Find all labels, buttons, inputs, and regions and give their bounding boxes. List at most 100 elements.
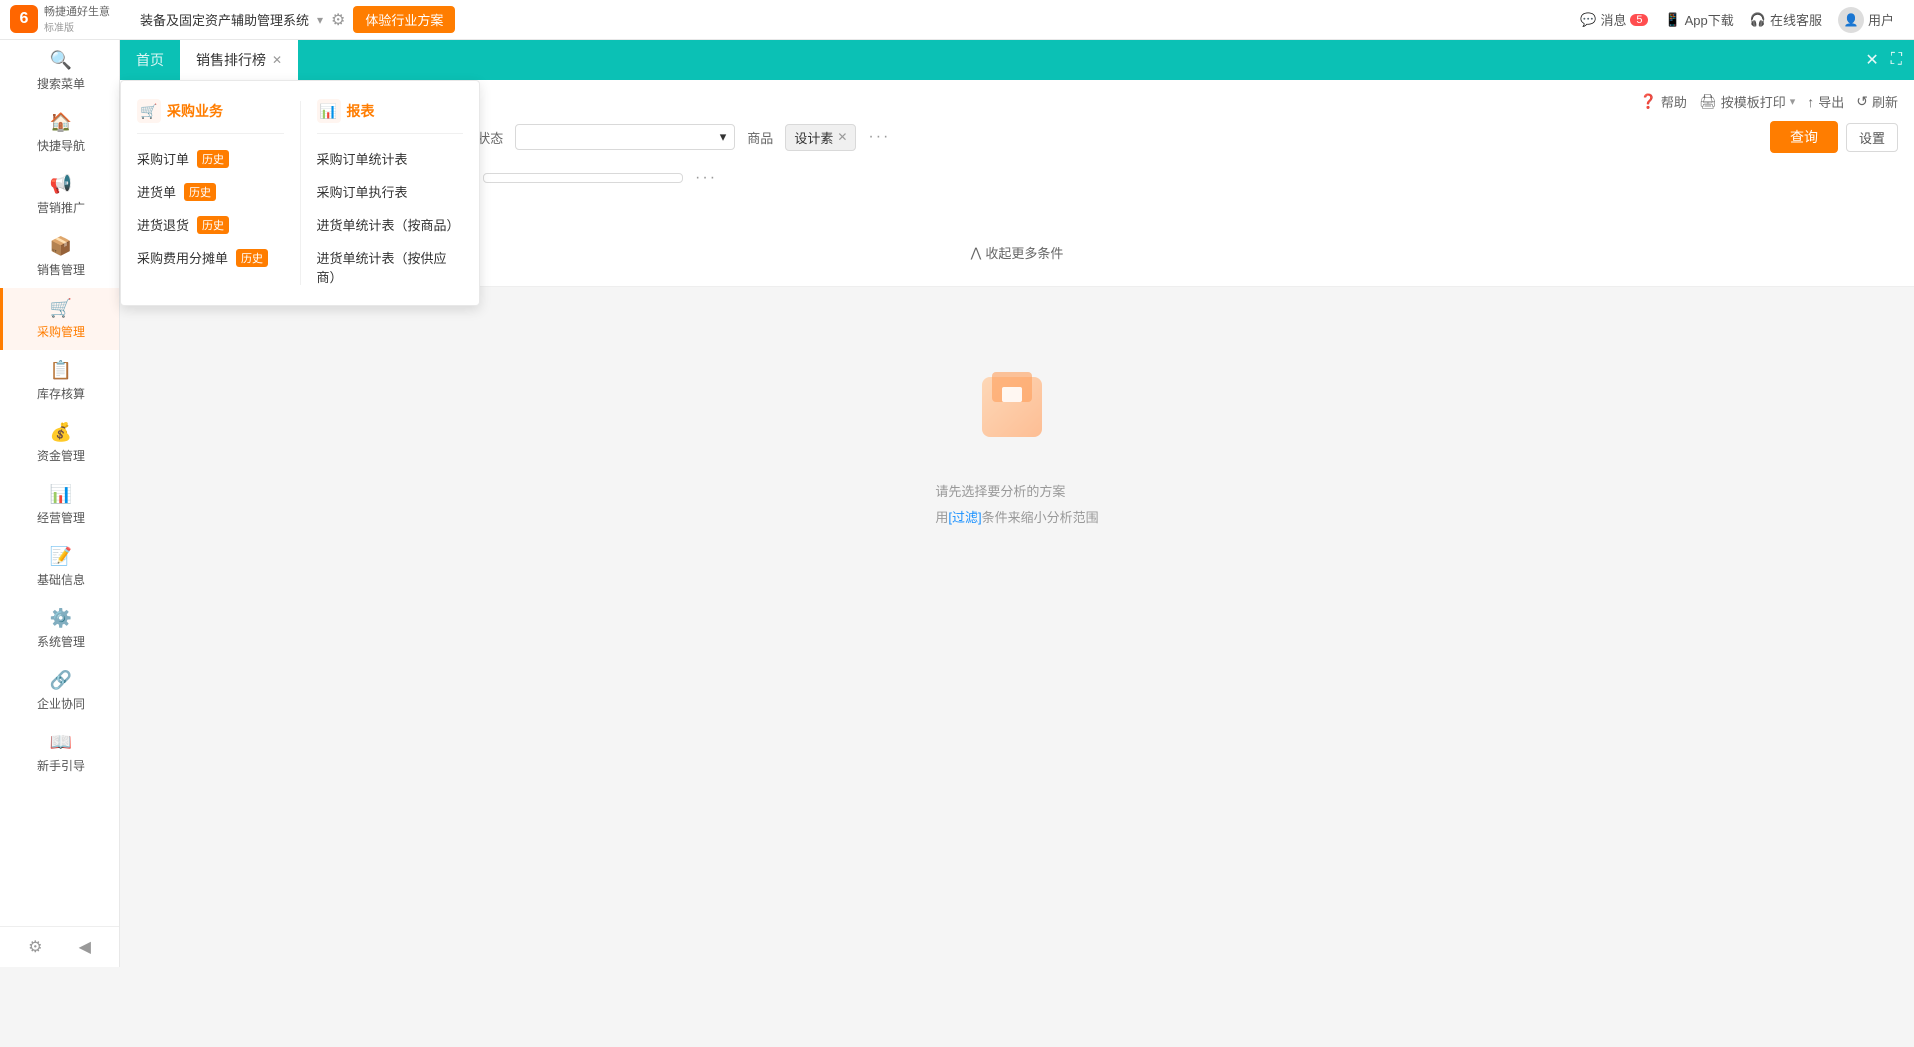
phone-icon: 📱 xyxy=(1664,12,1680,28)
tab-sales-rank-label: 销售排行榜 xyxy=(196,50,266,70)
collapse-sidebar-icon[interactable]: ◀ xyxy=(79,937,91,957)
goods-in-stat-supplier-label: 进货单统计表（按供应商） xyxy=(317,248,464,286)
query-button[interactable]: 查询 xyxy=(1770,121,1838,153)
message-btn[interactable]: 💬 消息 5 xyxy=(1580,10,1648,29)
tab-home[interactable]: 首页 xyxy=(120,40,180,80)
purchase-order-stat-label: 采购订单统计表 xyxy=(317,149,408,168)
report-col: 📊 报表 采购订单统计表 采购订单执行表 进货单统计表（按商品） 进货单统计表（… xyxy=(301,93,480,293)
collapse-up-icon: ⋀ xyxy=(971,245,982,261)
dropdown-item-purchase-expense[interactable]: 采购费用分摊单 历史 xyxy=(137,241,284,274)
tab-home-label: 首页 xyxy=(136,50,164,70)
goods-return-label: 进货退货 xyxy=(137,215,189,234)
tab-close-icon[interactable]: ✕ xyxy=(272,53,282,67)
sidebar-label-inventory: 库存核算 xyxy=(37,385,85,402)
sidebar-label-enterprise: 企业协同 xyxy=(37,695,85,712)
sidebar-item-marketing[interactable]: 📢 营销推广 xyxy=(0,164,119,226)
sidebar-item-guide[interactable]: 📖 新手引导 xyxy=(0,722,119,784)
dropdown-item-goods-in-stat-goods[interactable]: 进货单统计表（按商品） xyxy=(317,208,464,241)
purchase-order-label: 采购订单 xyxy=(137,149,189,168)
headset-icon: 🎧 xyxy=(1750,12,1766,28)
help-icon: ❓ xyxy=(1639,93,1656,110)
sidebar-item-finance[interactable]: 💰 资金管理 xyxy=(0,412,119,474)
app-download-btn[interactable]: 📱 App下载 xyxy=(1664,10,1733,29)
print-label: 按模板打印 xyxy=(1721,92,1786,111)
sidebar-item-sales[interactable]: 📦 销售管理 xyxy=(0,226,119,288)
dropdown-item-goods-return[interactable]: 进货退货 历史 xyxy=(137,208,284,241)
purchase-title-text: 采购业务 xyxy=(167,101,223,121)
sidebar-item-search[interactable]: 🔍 搜索菜单 xyxy=(0,40,119,102)
export-btn[interactable]: ↑ 导出 xyxy=(1807,92,1844,111)
sidebar-item-inventory[interactable]: 📋 库存核算 xyxy=(0,350,119,412)
logo-icon: 6 xyxy=(10,5,38,33)
sidebar-item-system[interactable]: ⚙️ 系统管理 xyxy=(0,598,119,660)
avatar: 👤 xyxy=(1838,7,1864,33)
dropdown-item-purchase-order-stat[interactable]: 采购订单统计表 xyxy=(317,142,464,175)
salesperson-select[interactable] xyxy=(483,173,683,183)
sidebar-label-guide: 新手引导 xyxy=(37,757,85,774)
sidebar-label-marketing: 营销推广 xyxy=(37,199,85,216)
sidebar-item-purchase[interactable]: 🛒 采购管理 xyxy=(0,288,119,350)
report-col-title: 📊 报表 xyxy=(317,93,464,134)
logo-text-area: 畅捷通好生意 标准版 xyxy=(44,5,110,34)
finance-icon: 💰 xyxy=(50,422,72,443)
sidebar-item-nav[interactable]: 🏠 快捷导航 xyxy=(0,102,119,164)
refresh-btn[interactable]: ↺ 刷新 xyxy=(1856,92,1898,111)
sidebar-label-sales: 销售管理 xyxy=(37,261,85,278)
tab-expand-action[interactable]: ⛶ xyxy=(1887,47,1906,73)
print-dropdown-arrow[interactable]: ▾ xyxy=(1790,95,1796,108)
purchase-expense-history: 历史 xyxy=(236,249,268,267)
settings-icon[interactable]: ⚙ xyxy=(331,10,345,30)
purchase-expense-label: 采购费用分摊单 xyxy=(137,248,228,267)
voucher-status-select[interactable]: ▾ xyxy=(515,124,735,150)
sidebar-item-basic[interactable]: 📝 基础信息 xyxy=(0,536,119,598)
goods-label: 商品 xyxy=(747,128,773,147)
dropdown-item-goods-in-stat-supplier[interactable]: 进货单统计表（按供应商） xyxy=(317,241,464,293)
setting-button[interactable]: 设置 xyxy=(1846,123,1898,152)
enterprise-icon: 🔗 xyxy=(50,670,72,691)
print-btn[interactable]: 🖨 按模板打印 ▾ xyxy=(1699,92,1795,111)
empty-state: 请先选择要分析的方案 用[过滤]条件来缩小分析范围 xyxy=(120,287,1914,611)
sidebar-item-operation[interactable]: 📊 经营管理 xyxy=(0,474,119,536)
sidebar-item-enterprise[interactable]: 🔗 企业协同 xyxy=(0,660,119,722)
dropdown-item-goods-in[interactable]: 进货单 历史 xyxy=(137,175,284,208)
collapse-btn[interactable]: ⋀ 收起更多条件 xyxy=(971,235,1064,270)
goods-tag-value: 设计素 xyxy=(794,128,833,147)
goods-in-label: 进货单 xyxy=(137,182,176,201)
tab-close-action[interactable]: ✕ xyxy=(1861,46,1882,74)
purchase-dropdown-menu: 🛒 采购业务 采购订单 历史 进货单 历史 进货退货 历史 采购费用分摊单 历史 xyxy=(120,80,480,306)
export-icon: ↑ xyxy=(1807,94,1814,110)
system-area: 装备及固定资产辅助管理系统 ▾ ⚙ 体验行业方案 xyxy=(140,6,1580,33)
help-btn[interactable]: ❓ 帮助 xyxy=(1639,92,1686,111)
help-label: 帮助 xyxy=(1661,92,1687,111)
guide-icon: 📖 xyxy=(50,732,72,753)
sidebar-label-finance: 资金管理 xyxy=(37,447,85,464)
user-btn[interactable]: 👤 用户 xyxy=(1838,7,1894,33)
online-service-btn[interactable]: 🎧 在线客服 xyxy=(1750,10,1822,29)
message-badge: 5 xyxy=(1630,14,1648,26)
dropdown-item-purchase-order-exec[interactable]: 采购订单执行表 xyxy=(317,175,464,208)
empty-icon xyxy=(967,367,1067,467)
inventory-icon: 📋 xyxy=(50,360,72,381)
industry-button[interactable]: 体验行业方案 xyxy=(353,6,455,33)
sales-icon: 📦 xyxy=(50,236,72,257)
goods-more-btn[interactable]: ··· xyxy=(868,128,890,146)
voucher-status-arrow: ▾ xyxy=(720,129,727,145)
goods-in-history: 历史 xyxy=(184,183,216,201)
goods-tag-close[interactable]: ✕ xyxy=(837,130,847,144)
sidebar-label-search: 搜索菜单 xyxy=(37,75,85,92)
salesperson-more-btn[interactable]: ··· xyxy=(695,169,717,187)
purchase-col-title: 🛒 采购业务 xyxy=(137,93,284,134)
dropdown-item-purchase-order[interactable]: 采购订单 历史 xyxy=(137,142,284,175)
purchase-icon: 🛒 xyxy=(50,298,72,319)
settings-bottom-icon[interactable]: ⚙ xyxy=(28,937,42,957)
sidebar: 🔍 搜索菜单 🏠 快捷导航 📢 营销推广 📦 销售管理 🛒 采购管理 📋 库存核… xyxy=(0,0,120,967)
dropdown-columns: 🛒 采购业务 采购订单 历史 进货单 历史 进货退货 历史 采购费用分摊单 历史 xyxy=(121,93,479,293)
empty-hint1-text: 请先选择要分析的方案 xyxy=(935,479,1098,505)
sidebar-label-nav: 快捷导航 xyxy=(37,137,85,154)
logo-company: 畅捷通好生意 xyxy=(44,5,110,19)
tab-sales-rank[interactable]: 销售排行榜 ✕ xyxy=(180,40,298,80)
system-dropdown-arrow[interactable]: ▾ xyxy=(317,13,323,27)
marketing-icon: 📢 xyxy=(50,174,72,195)
top-bar-right: 💬 消息 5 📱 App下载 🎧 在线客服 👤 用户 xyxy=(1580,7,1894,33)
sidebar-label-purchase: 采购管理 xyxy=(37,323,85,340)
